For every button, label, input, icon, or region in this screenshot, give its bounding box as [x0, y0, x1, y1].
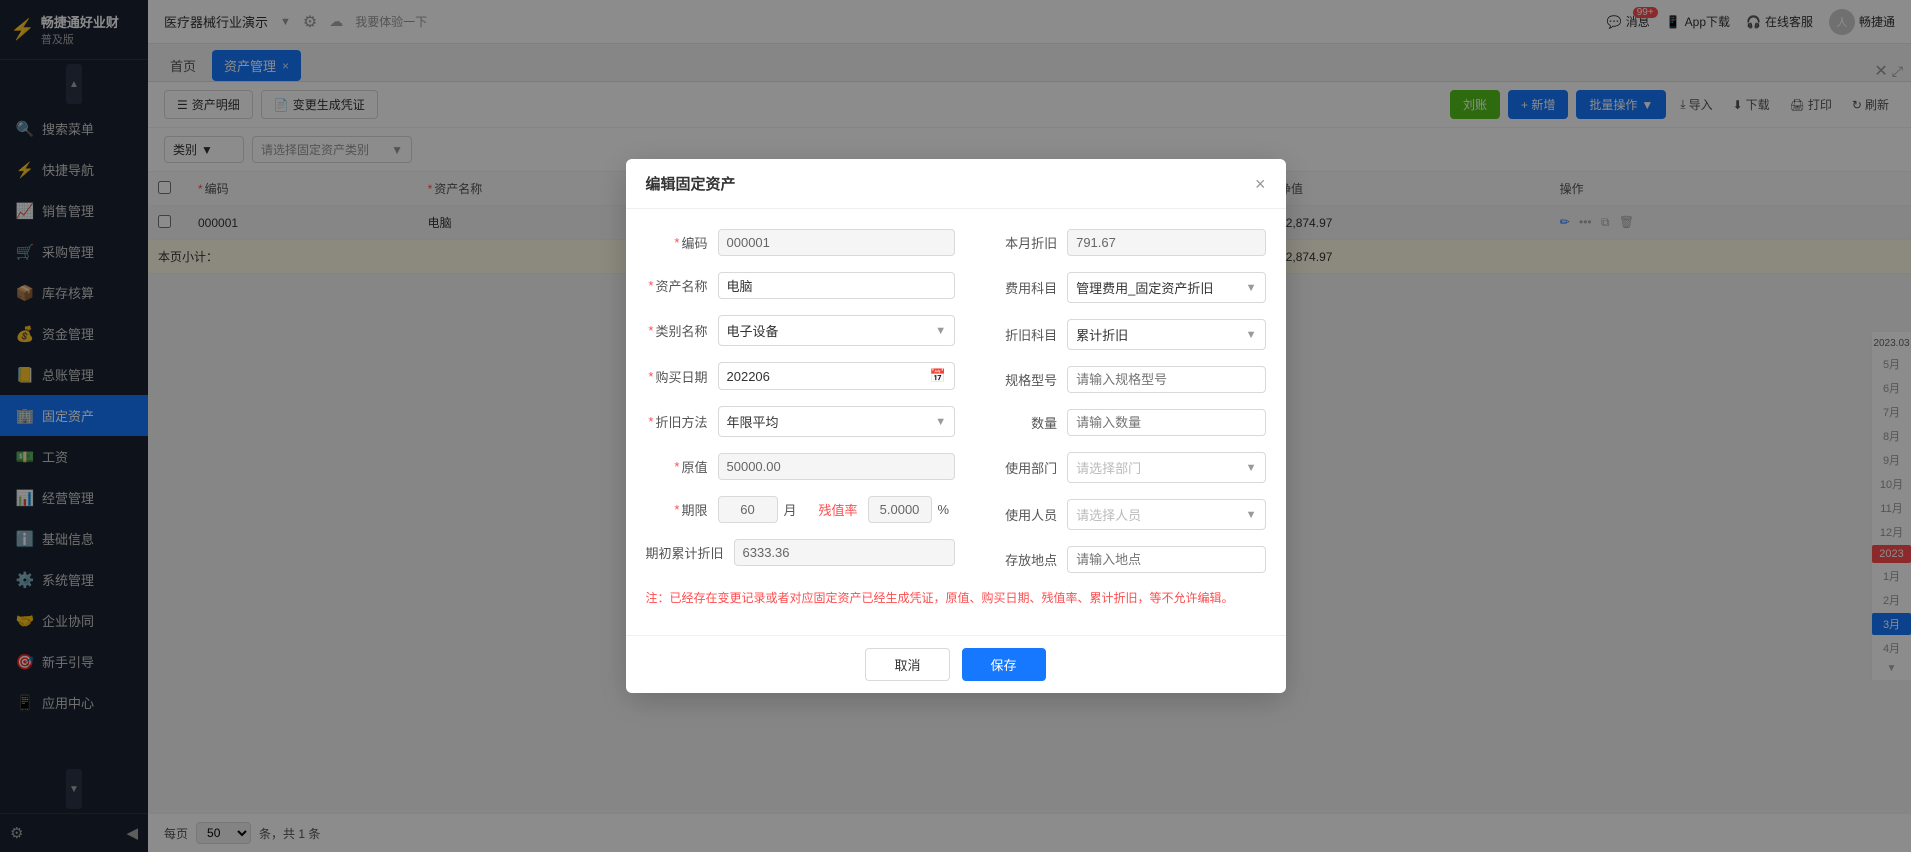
form-row-original-value: * 原值 [646, 453, 956, 480]
category-label: * 类别名称 [646, 321, 718, 340]
form-row-monthly-depreciation: 本月折旧 [995, 229, 1265, 256]
form-row-use-person: 使用人员 请选择人员 ▼ [995, 499, 1265, 530]
form-row-purchase-date: * 购买日期 202206 📅 [646, 362, 956, 390]
residual-rate-input[interactable] [868, 496, 932, 523]
period-label: * 期限 [646, 500, 718, 519]
depreciation-subject-dropdown-icon: ▼ [1246, 329, 1257, 341]
quantity-label: 数量 [995, 413, 1067, 432]
form-row-quantity: 数量 [995, 409, 1265, 436]
form-row-spec-model: 规格型号 [995, 366, 1265, 393]
form-row-period: * 期限 月 残值率 % [646, 496, 956, 523]
modal-title: 编辑固定资产 [646, 173, 736, 194]
depreciation-method-select[interactable]: 年限平均 ▼ [718, 406, 956, 437]
modal-note: 注：已经存在变更记录或者对应固定资产已经生成凭证，原值、购买日期、残值率、累计折… [646, 589, 1266, 607]
asset-name-label: * 资产名称 [646, 276, 718, 295]
quantity-input[interactable] [1067, 409, 1265, 436]
purchase-date-input[interactable]: 202206 📅 [718, 362, 956, 390]
form-row-use-dept: 使用部门 请选择部门 ▼ [995, 452, 1265, 483]
expense-subject-label: 费用科目 [995, 278, 1067, 297]
use-person-dropdown-icon: ▼ [1246, 509, 1257, 521]
form-row-initial-accumulated: 期初累计折旧 [646, 539, 956, 566]
code-label: * 编码 [646, 233, 718, 252]
calendar-icon[interactable]: 📅 [930, 368, 946, 384]
residual-rate-unit: % [932, 502, 956, 517]
original-value-input[interactable] [718, 453, 956, 480]
depreciation-subject-label: 折旧科目 [995, 325, 1067, 344]
use-dept-dropdown-icon: ▼ [1246, 462, 1257, 474]
form-row-depreciation-subject: 折旧科目 累计折旧 ▼ [995, 319, 1265, 350]
residual-rate-label: 残值率 [813, 500, 864, 519]
form-row-code: * 编码 [646, 229, 956, 256]
use-person-label: 使用人员 [995, 505, 1067, 524]
modal-footer: 取消 保存 [626, 635, 1286, 693]
purchase-date-label: * 购买日期 [646, 367, 718, 386]
form-row-asset-name: * 资产名称 [646, 272, 956, 299]
modal-close-btn[interactable]: × [1255, 175, 1266, 193]
form-row-depreciation-method: * 折旧方法 年限平均 ▼ [646, 406, 956, 437]
period-unit: 月 [778, 500, 803, 519]
asset-name-input[interactable] [718, 272, 956, 299]
form-row-expense-subject: 费用科目 管理费用_固定资产折旧 ▼ [995, 272, 1265, 303]
spec-model-input[interactable] [1067, 366, 1265, 393]
modal-left-col: * 编码 * 资产名称 * 类别名称 [646, 229, 956, 589]
monthly-depreciation-input [1067, 229, 1265, 256]
expense-subject-dropdown-icon: ▼ [1246, 282, 1257, 294]
depreciation-method-label: * 折旧方法 [646, 412, 718, 431]
cancel-button[interactable]: 取消 [865, 648, 949, 681]
period-input[interactable] [718, 496, 778, 523]
original-value-label: * 原值 [646, 457, 718, 476]
use-person-select[interactable]: 请选择人员 ▼ [1067, 499, 1265, 530]
storage-location-label: 存放地点 [995, 550, 1067, 569]
save-button[interactable]: 保存 [962, 648, 1046, 681]
depreciation-subject-select[interactable]: 累计折旧 ▼ [1067, 319, 1265, 350]
spec-model-label: 规格型号 [995, 370, 1067, 389]
use-dept-label: 使用部门 [995, 458, 1067, 477]
modal-body: * 编码 * 资产名称 * 类别名称 [626, 209, 1286, 635]
code-input[interactable] [718, 229, 956, 256]
category-select[interactable]: 电子设备 ▼ [718, 315, 956, 346]
form-row-storage-location: 存放地点 [995, 546, 1265, 573]
use-dept-select[interactable]: 请选择部门 ▼ [1067, 452, 1265, 483]
edit-asset-modal: 编辑固定资产 × * 编码 * 资产名称 [626, 159, 1286, 693]
initial-accumulated-label: 期初累计折旧 [646, 543, 734, 562]
category-dropdown-icon: ▼ [935, 325, 946, 337]
depreciation-method-dropdown-icon: ▼ [935, 416, 946, 428]
initial-accumulated-input [734, 539, 956, 566]
modal-overlay: 编辑固定资产 × * 编码 * 资产名称 [0, 0, 1911, 852]
form-row-category: * 类别名称 电子设备 ▼ [646, 315, 956, 346]
modal-right-col: 本月折旧 费用科目 管理费用_固定资产折旧 ▼ 折旧科目 累计折旧 [995, 229, 1265, 589]
modal-header: 编辑固定资产 × [626, 159, 1286, 209]
expense-subject-select[interactable]: 管理费用_固定资产折旧 ▼ [1067, 272, 1265, 303]
storage-location-input[interactable] [1067, 546, 1265, 573]
monthly-depreciation-label: 本月折旧 [995, 233, 1067, 252]
